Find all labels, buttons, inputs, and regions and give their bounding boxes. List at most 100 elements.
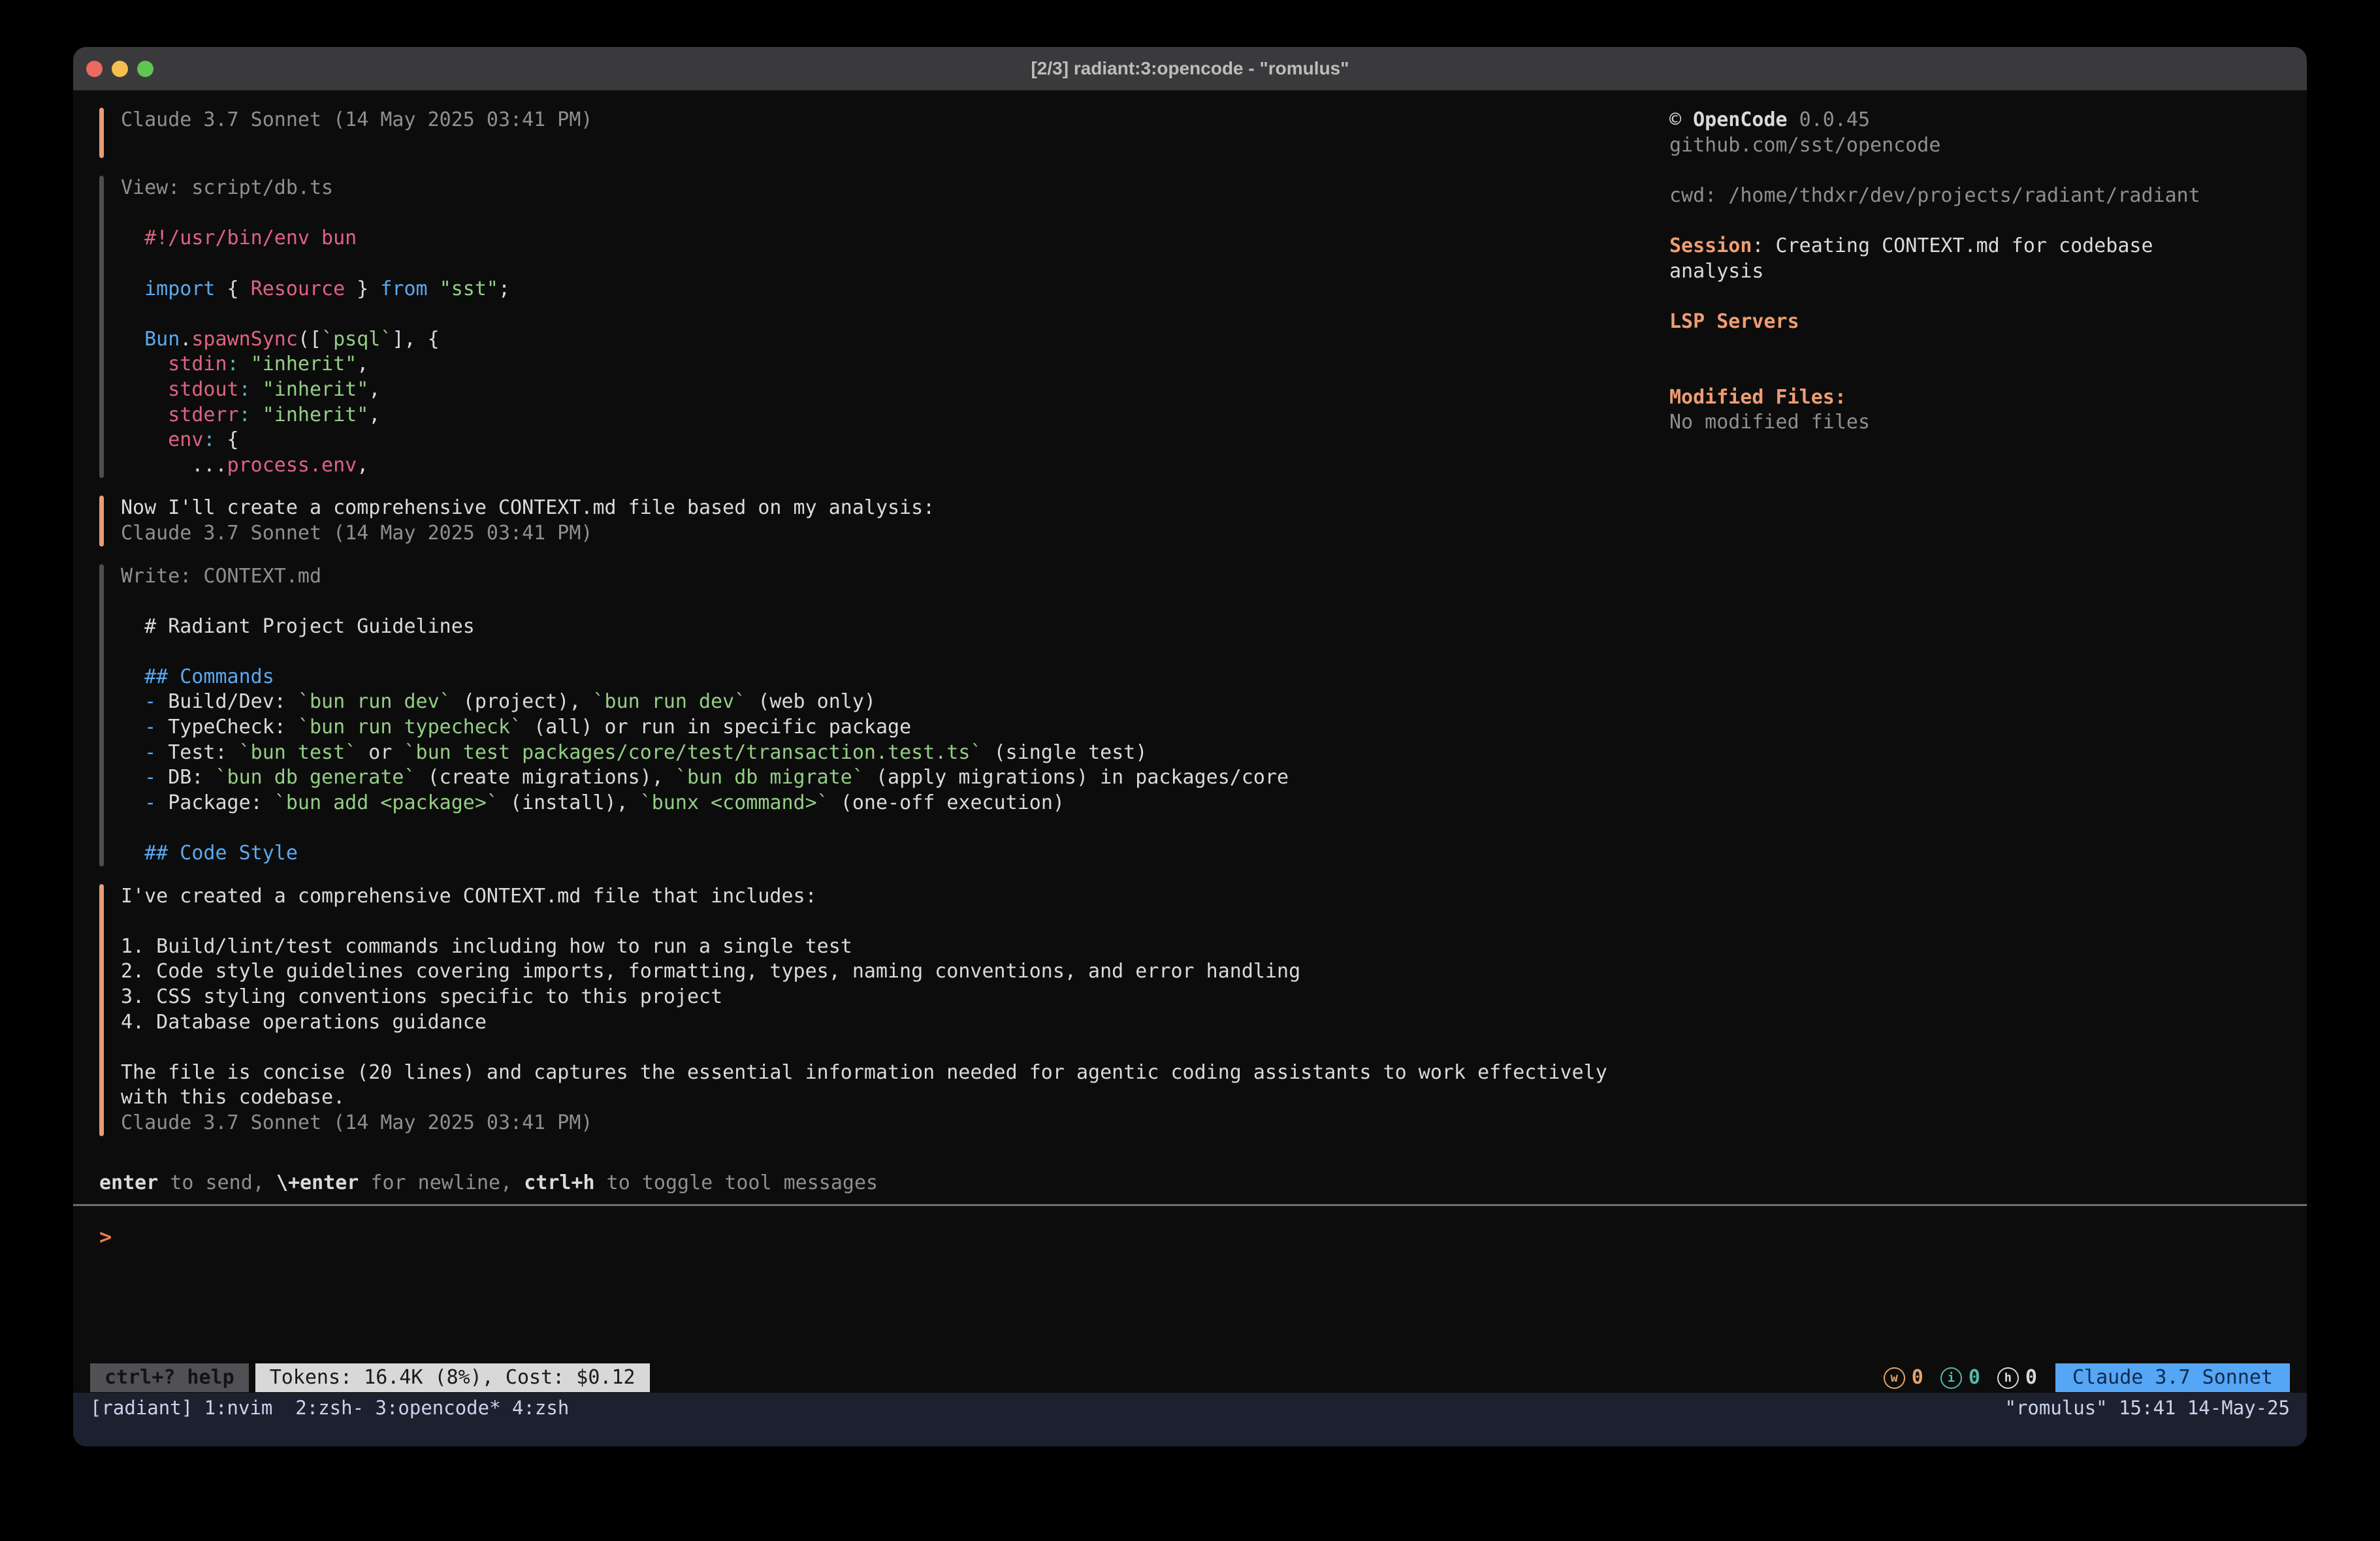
- text-line: [121, 816, 1289, 841]
- hint-count-icon: h: [1997, 1367, 2019, 1389]
- warning-count-value: 0: [1912, 1365, 1923, 1391]
- text-line: [121, 1035, 1607, 1060]
- prompt-caret: >: [99, 1224, 112, 1249]
- message-lines: Now I'll create a comprehensive CONTEXT.…: [121, 496, 935, 546]
- text-line: [1669, 158, 2291, 183]
- zoom-button[interactable]: [137, 61, 153, 77]
- info-count: i0: [1940, 1365, 1980, 1391]
- tool-output-bar: [99, 176, 104, 478]
- message-block: Now I'll create a comprehensive CONTEXT.…: [99, 496, 1669, 546]
- tmux-status-bar: [radiant] 1:nvim 2:zsh- 3:opencode* 4:zs…: [73, 1393, 2307, 1446]
- text-line: [121, 201, 510, 227]
- text-line: I've created a comprehensive CONTEXT.md …: [121, 884, 1607, 910]
- warning-count-icon: w: [1884, 1367, 1905, 1389]
- text-line: [1669, 334, 2291, 360]
- text-line: 2. Code style guidelines covering import…: [121, 959, 1607, 985]
- tool-output-bar: [99, 564, 104, 866]
- traffic-lights: [86, 47, 153, 90]
- message-lines: Claude 3.7 Sonnet (14 May 2025 03:41 PM): [121, 108, 592, 158]
- text-line: - Build/Dev: `bun run dev` (project), `b…: [121, 690, 1289, 715]
- message-lines: Write: CONTEXT.md # Radiant Project Guid…: [121, 564, 1289, 866]
- info-count-value: 0: [1969, 1365, 1980, 1391]
- diagnostics-counters: w0i0h0: [1884, 1365, 2037, 1391]
- text-line: Bun.spawnSync([`psql`], {: [121, 327, 510, 353]
- message-block: Write: CONTEXT.md # Radiant Project Guid…: [99, 564, 1669, 866]
- close-button[interactable]: [86, 61, 103, 77]
- warning-count: w0: [1884, 1365, 1923, 1391]
- message-lines: View: script/db.ts #!/usr/bin/env bun im…: [121, 176, 510, 478]
- text-line: [121, 251, 510, 277]
- text-line: [1669, 360, 2291, 385]
- text-line: - Package: `bun add <package>` (install)…: [121, 791, 1289, 816]
- tmux-host-clock: "romulus" 15:41 14-May-25: [2005, 1394, 2291, 1422]
- message-block: I've created a comprehensive CONTEXT.md …: [99, 884, 1669, 1136]
- info-count-icon: i: [1940, 1367, 1962, 1389]
- text-line: - DB: `bun db generate` (create migratio…: [121, 765, 1289, 791]
- text-line: import { Resource } from "sst";: [121, 277, 510, 302]
- text-line: The file is concise (20 lines) and captu…: [121, 1060, 1607, 1086]
- text-line: LSP Servers: [1669, 310, 2291, 335]
- text-line: [121, 639, 1289, 665]
- text-line: 3. CSS styling conventions specific to t…: [121, 985, 1607, 1010]
- text-line: Modified Files:: [1669, 385, 2291, 411]
- window-title: [2/3] radiant:3:opencode - "romulus": [1031, 58, 1349, 79]
- text-line: stderr: "inherit",: [121, 403, 510, 428]
- text-line: [1669, 284, 2291, 310]
- sidebar-info: © OpenCode 0.0.45github.com/sst/opencode…: [1669, 108, 2291, 436]
- tmux-session-name: [radiant]: [90, 1394, 193, 1422]
- text-line: ## Code Style: [121, 841, 1289, 866]
- prompt-input[interactable]: >: [73, 1206, 2307, 1363]
- hint-count-value: 0: [2025, 1365, 2037, 1391]
- text-line: Claude 3.7 Sonnet (14 May 2025 03:41 PM): [121, 521, 935, 547]
- text-line: View: script/db.ts: [121, 176, 510, 201]
- text-line: 4. Database operations guidance: [121, 1010, 1607, 1036]
- message-accent-bar: [99, 884, 104, 1136]
- text-line: stdin: "inherit",: [121, 352, 510, 377]
- text-line: [1669, 208, 2291, 234]
- text-line: © OpenCode 0.0.45: [1669, 108, 2291, 133]
- text-line: # Radiant Project Guidelines: [121, 614, 1289, 640]
- text-line: Session: Creating CONTEXT.md for codebas…: [1669, 234, 2291, 259]
- status-left: ctrl+? helpTokens: 16.4K (8%), Cost: $0.…: [90, 1363, 650, 1392]
- text-line: #!/usr/bin/env bun: [121, 226, 510, 251]
- tmux-window-list[interactable]: 1:nvim 2:zsh- 3:opencode* 4:zsh: [193, 1394, 569, 1422]
- text-line: stdout: "inherit",: [121, 377, 510, 403]
- text-line: Claude 3.7 Sonnet (14 May 2025 03:41 PM): [121, 108, 592, 133]
- chat-area: Claude 3.7 Sonnet (14 May 2025 03:41 PM)…: [99, 108, 1669, 1171]
- title-bar[interactable]: [2/3] radiant:3:opencode - "romulus": [73, 47, 2307, 91]
- model-badge: Claude 3.7 Sonnet: [2055, 1363, 2290, 1392]
- message-block: View: script/db.ts #!/usr/bin/env bun im…: [99, 176, 1669, 478]
- text-line: cwd: /home/thdxr/dev/projects/radiant/ra…: [1669, 183, 2291, 209]
- text-line: - TypeCheck: `bun run typecheck` (all) o…: [121, 715, 1289, 740]
- text-line: github.com/sst/opencode: [1669, 133, 2291, 159]
- text-line: ...process.env,: [121, 453, 510, 479]
- sidebar: © OpenCode 0.0.45github.com/sst/opencode…: [1669, 108, 2307, 1171]
- text-line: 1. Build/lint/test commands including ho…: [121, 934, 1607, 960]
- text-line: No modified files: [1669, 410, 2291, 436]
- help-shortcut: ctrl+? help: [90, 1363, 249, 1392]
- text-line: [121, 909, 1607, 934]
- hint-count: h0: [1997, 1365, 2037, 1391]
- text-line: [121, 302, 510, 327]
- text-line: Now I'll create a comprehensive CONTEXT.…: [121, 496, 935, 521]
- opencode-main: Claude 3.7 Sonnet (14 May 2025 03:41 PM)…: [73, 91, 2307, 1171]
- text-line: with this codebase.: [121, 1085, 1607, 1111]
- terminal-window: [2/3] radiant:3:opencode - "romulus" Cla…: [73, 47, 2307, 1446]
- tokens-cost: Tokens: 16.4K (8%), Cost: $0.12: [255, 1363, 650, 1392]
- status-right: w0i0h0 Claude 3.7 Sonnet: [1884, 1363, 2290, 1392]
- message-accent-bar: [99, 108, 104, 158]
- terminal-content: Claude 3.7 Sonnet (14 May 2025 03:41 PM)…: [73, 91, 2307, 1446]
- status-bar: ctrl+? helpTokens: 16.4K (8%), Cost: $0.…: [73, 1363, 2307, 1393]
- text-line: - Test: `bun test` or `bun test packages…: [121, 740, 1289, 766]
- message-block: Claude 3.7 Sonnet (14 May 2025 03:41 PM): [99, 108, 1669, 158]
- text-line: env: {: [121, 428, 510, 453]
- keyboard-hints: enter to send, \+enter for newline, ctrl…: [73, 1171, 2307, 1204]
- message-lines: I've created a comprehensive CONTEXT.md …: [121, 884, 1607, 1136]
- text-line: [121, 133, 592, 159]
- text-line: Write: CONTEXT.md: [121, 564, 1289, 590]
- text-line: Claude 3.7 Sonnet (14 May 2025 03:41 PM): [121, 1111, 1607, 1136]
- text-line: analysis: [1669, 259, 2291, 285]
- message-accent-bar: [99, 496, 104, 546]
- text-line: ## Commands: [121, 665, 1289, 690]
- minimize-button[interactable]: [112, 61, 128, 77]
